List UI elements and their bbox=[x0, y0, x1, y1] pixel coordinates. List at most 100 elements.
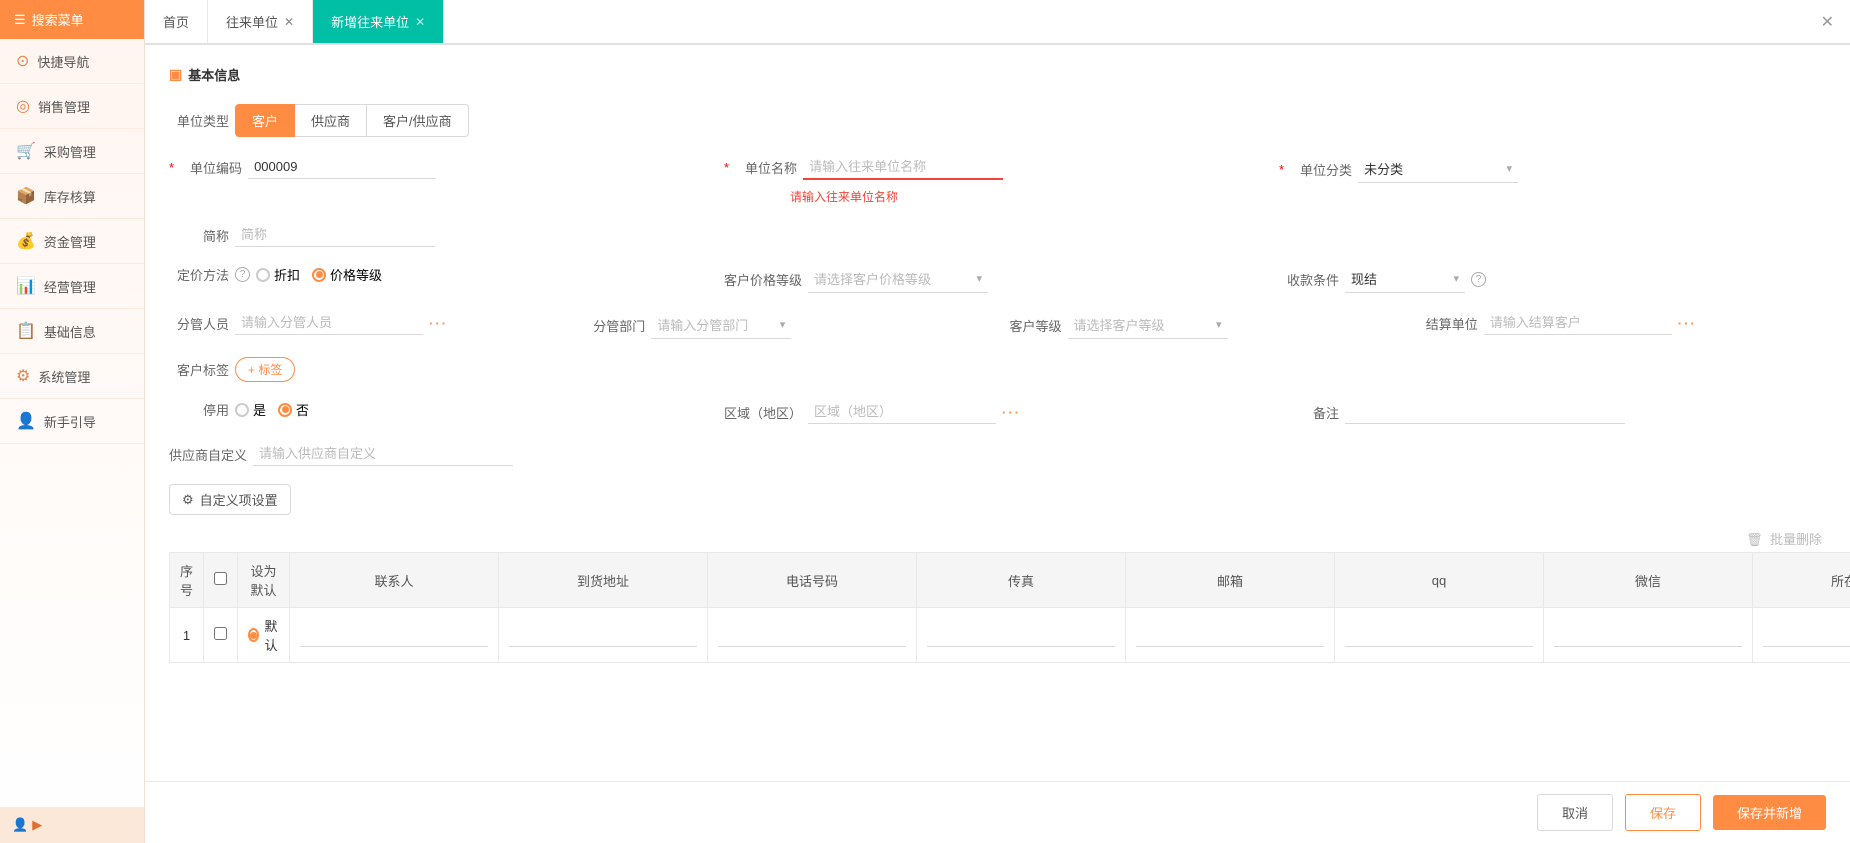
sidebar-item-guide[interactable]: 👤 新手引导 bbox=[0, 399, 144, 444]
close-new-partner-tab[interactable]: ✕ bbox=[415, 15, 425, 29]
custom-settings-btn[interactable]: ⚙ 自定义项设置 bbox=[169, 484, 291, 515]
finance-icon: 💰 bbox=[16, 231, 36, 251]
sidebar-item-label: 系统管理 bbox=[38, 367, 90, 386]
sidebar-item-finance[interactable]: 💰 资金管理 bbox=[0, 219, 144, 264]
th-fax: 传真 bbox=[917, 553, 1126, 608]
tab-partner-list[interactable]: 往来单位 ✕ bbox=[208, 0, 313, 43]
cancel-button[interactable]: 取消 bbox=[1537, 794, 1613, 831]
unit-code-input[interactable] bbox=[248, 155, 436, 179]
pricing-radio-price-level[interactable]: 价格等级 bbox=[312, 265, 382, 284]
sidebar-item-system[interactable]: ⚙ 系统管理 bbox=[0, 354, 144, 399]
required-star: * bbox=[169, 160, 174, 175]
chevron-down-icon-5: ▾ bbox=[1216, 318, 1222, 331]
settlement-more-btn[interactable]: ··· bbox=[1678, 316, 1697, 331]
disable-group: 停用 是 否 bbox=[169, 400, 716, 419]
th-default: 设为默认 bbox=[238, 553, 290, 608]
type-btn-both[interactable]: 客户/供应商 bbox=[367, 104, 469, 137]
close-partner-list-tab[interactable]: ✕ bbox=[284, 15, 294, 29]
payment-help-icon[interactable]: ? bbox=[1471, 272, 1486, 287]
dept-select[interactable]: 请输入分管部门 ▾ bbox=[651, 311, 791, 339]
save-new-button[interactable]: 保存并新增 bbox=[1713, 795, 1826, 830]
disable-yes[interactable]: 是 bbox=[235, 400, 266, 419]
abbr-input[interactable] bbox=[235, 223, 435, 247]
pricing-help-icon[interactable]: ? bbox=[235, 267, 250, 282]
sidebar-item-purchase[interactable]: 🛒 采购管理 bbox=[0, 129, 144, 174]
chevron-down-icon-3: ▾ bbox=[1453, 272, 1459, 285]
batch-delete-label[interactable]: 批量删除 bbox=[1770, 532, 1822, 547]
supplier-custom-label: 供应商自定义 bbox=[169, 445, 247, 464]
customer-price-select[interactable]: 请选择客户价格等级 ▾ bbox=[808, 265, 988, 293]
expand-icon: ▶ bbox=[32, 817, 42, 833]
sidebar-item-sales[interactable]: ◎ 销售管理 bbox=[0, 84, 144, 129]
user-icon: 👤 bbox=[12, 817, 28, 833]
tab-partner-list-label: 往来单位 bbox=[226, 12, 278, 31]
tab-bar: 首页 往来单位 ✕ 新增往来单位 ✕ ✕ bbox=[145, 0, 1850, 45]
phone-input[interactable] bbox=[718, 623, 906, 647]
unit-name-label: 单位名称 bbox=[737, 158, 797, 177]
abbr-group: 简称 bbox=[169, 223, 1826, 247]
dept-label: 分管部门 bbox=[585, 316, 645, 335]
region-input[interactable] bbox=[1763, 623, 1850, 647]
customer-level-select[interactable]: 请选择客户等级 ▾ bbox=[1068, 311, 1228, 339]
sidebar-item-inventory[interactable]: 📦 库存核算 bbox=[0, 174, 144, 219]
fax-input[interactable] bbox=[927, 623, 1115, 647]
table-row: 1 默认 bbox=[170, 608, 1850, 663]
pricing-price-level-label: 价格等级 bbox=[330, 265, 382, 284]
sidebar-item-operations[interactable]: 📊 经营管理 bbox=[0, 264, 144, 309]
search-menu-btn[interactable]: ☰ 搜索菜单 bbox=[0, 0, 144, 39]
supplier-custom-input[interactable] bbox=[253, 442, 513, 466]
unit-name-input[interactable] bbox=[803, 155, 1003, 180]
select-all-checkbox[interactable] bbox=[214, 572, 227, 585]
th-checkbox bbox=[204, 553, 238, 608]
batch-delete-icon: 🗑 bbox=[1746, 532, 1763, 547]
email-input[interactable] bbox=[1136, 623, 1324, 647]
sidebar-item-basic-info[interactable]: 📋 基础信息 bbox=[0, 309, 144, 354]
type-btn-supplier[interactable]: 供应商 bbox=[295, 104, 367, 137]
sidebar-item-quick-nav[interactable]: ⊙ 快捷导航 bbox=[0, 39, 144, 84]
supplier-custom-row: 供应商自定义 bbox=[169, 442, 1826, 466]
sidebar-item-label: 新手引导 bbox=[44, 412, 96, 431]
tab-new-partner[interactable]: 新增往来单位 ✕ bbox=[313, 0, 444, 43]
wechat-input[interactable] bbox=[1554, 623, 1742, 647]
disable-area-remark-row: 停用 是 否 区域（地区） ··· 备注 bbox=[169, 400, 1826, 424]
th-region: 所在地区 bbox=[1753, 553, 1850, 608]
close-window-btn[interactable]: ✕ bbox=[1805, 12, 1850, 32]
add-tag-btn[interactable]: + 标签 bbox=[235, 357, 295, 382]
radio-discount-circle bbox=[256, 268, 270, 282]
row-qq bbox=[1335, 608, 1544, 663]
unit-category-select[interactable]: 未分类 ▾ bbox=[1358, 155, 1518, 183]
bottom-bar: 取消 保存 保存并新增 bbox=[145, 781, 1850, 843]
payment-group: 收款条件 现结 ▾ ? bbox=[1279, 265, 1826, 293]
code-name-category-row: * 单位编码 * 单位名称 请输入往来单位名称 * 单位分类 未分类 ▾ bbox=[169, 155, 1826, 205]
area-more-btn[interactable]: ··· bbox=[1002, 405, 1021, 420]
contact-input[interactable] bbox=[300, 623, 488, 647]
settlement-input[interactable] bbox=[1484, 311, 1672, 335]
remark-input[interactable] bbox=[1345, 400, 1625, 424]
sidebar-item-label: 采购管理 bbox=[44, 142, 96, 161]
default-radio[interactable]: 默认 bbox=[248, 616, 279, 654]
save-button[interactable]: 保存 bbox=[1625, 794, 1701, 831]
row-select-checkbox[interactable] bbox=[214, 627, 227, 640]
basic-info-icon: 📋 bbox=[16, 321, 36, 341]
pricing-radio-discount[interactable]: 折扣 bbox=[256, 265, 300, 284]
abbr-label: 简称 bbox=[169, 226, 229, 245]
tab-home[interactable]: 首页 bbox=[145, 0, 208, 43]
manager-input[interactable] bbox=[235, 311, 423, 335]
th-qq: qq bbox=[1335, 553, 1544, 608]
customer-level-label: 客户等级 bbox=[1002, 316, 1062, 335]
area-input[interactable] bbox=[808, 400, 996, 424]
chevron-down-icon-2: ▾ bbox=[976, 272, 982, 285]
settlement-group: 结算单位 ··· bbox=[1418, 311, 1826, 335]
qq-input[interactable] bbox=[1345, 623, 1533, 647]
manager-more-btn[interactable]: ··· bbox=[429, 316, 448, 331]
disable-yes-label: 是 bbox=[253, 400, 266, 419]
pricing-label: 定价方法 bbox=[169, 265, 229, 284]
remark-label: 备注 bbox=[1279, 403, 1339, 422]
address-input[interactable] bbox=[509, 623, 697, 647]
type-btn-customer[interactable]: 客户 bbox=[235, 104, 295, 137]
sidebar: ☰ 搜索菜单 ⊙ 快捷导航 ◎ 销售管理 🛒 采购管理 📦 库存核算 💰 资金管… bbox=[0, 0, 145, 843]
payment-select[interactable]: 现结 ▾ bbox=[1345, 265, 1465, 293]
disable-no[interactable]: 否 bbox=[278, 400, 309, 419]
radio-price-level-circle bbox=[312, 268, 326, 282]
batch-delete-bar: 🗑 批量删除 bbox=[169, 529, 1826, 548]
